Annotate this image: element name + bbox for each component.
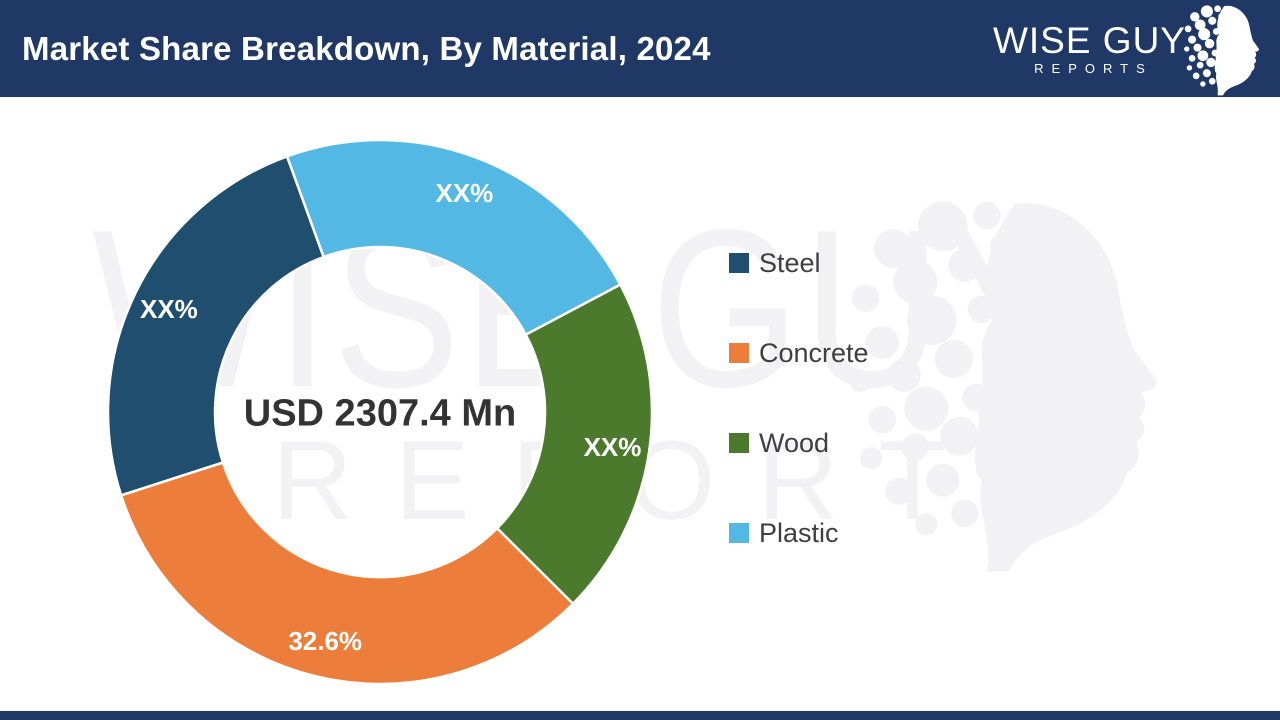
report-image: Market Share Breakdown, By Material, 202… — [0, 0, 1280, 720]
brand-subtitle: REPORTS — [1034, 61, 1153, 76]
legend-label-concrete: Concrete — [759, 337, 869, 368]
header-bar: Market Share Breakdown, By Material, 202… — [0, 0, 1280, 97]
brand-wordmark: WISE GUY — [992, 20, 1186, 61]
legend-item-plastic: Plastic — [729, 517, 869, 548]
brand-logo-text: WISE GUY REPORTS — [993, 22, 1186, 75]
legend-swatch-steel — [729, 253, 749, 273]
legend-swatch-wood — [729, 433, 749, 453]
legend-item-steel: Steel — [729, 247, 869, 278]
watermark-face-icon — [849, 201, 1157, 572]
legend-swatch-plastic — [729, 523, 749, 543]
footer-bar — [0, 711, 1280, 720]
legend: Steel Concrete Wood Plastic — [729, 247, 869, 612]
brand-logo: WISE GUY REPORTS — [993, 2, 1266, 96]
legend-label-wood: Wood — [759, 427, 830, 458]
legend-label-steel: Steel — [759, 247, 821, 278]
brand-face-icon — [1184, 4, 1259, 95]
legend-item-wood: Wood — [729, 427, 869, 458]
watermark: WISE GUY REPORTS — [0, 0, 1280, 720]
page-title: Market Share Breakdown, By Material, 202… — [22, 29, 711, 67]
legend-label-plastic: Plastic — [759, 517, 839, 548]
legend-swatch-concrete — [729, 343, 749, 363]
legend-item-concrete: Concrete — [729, 337, 869, 368]
